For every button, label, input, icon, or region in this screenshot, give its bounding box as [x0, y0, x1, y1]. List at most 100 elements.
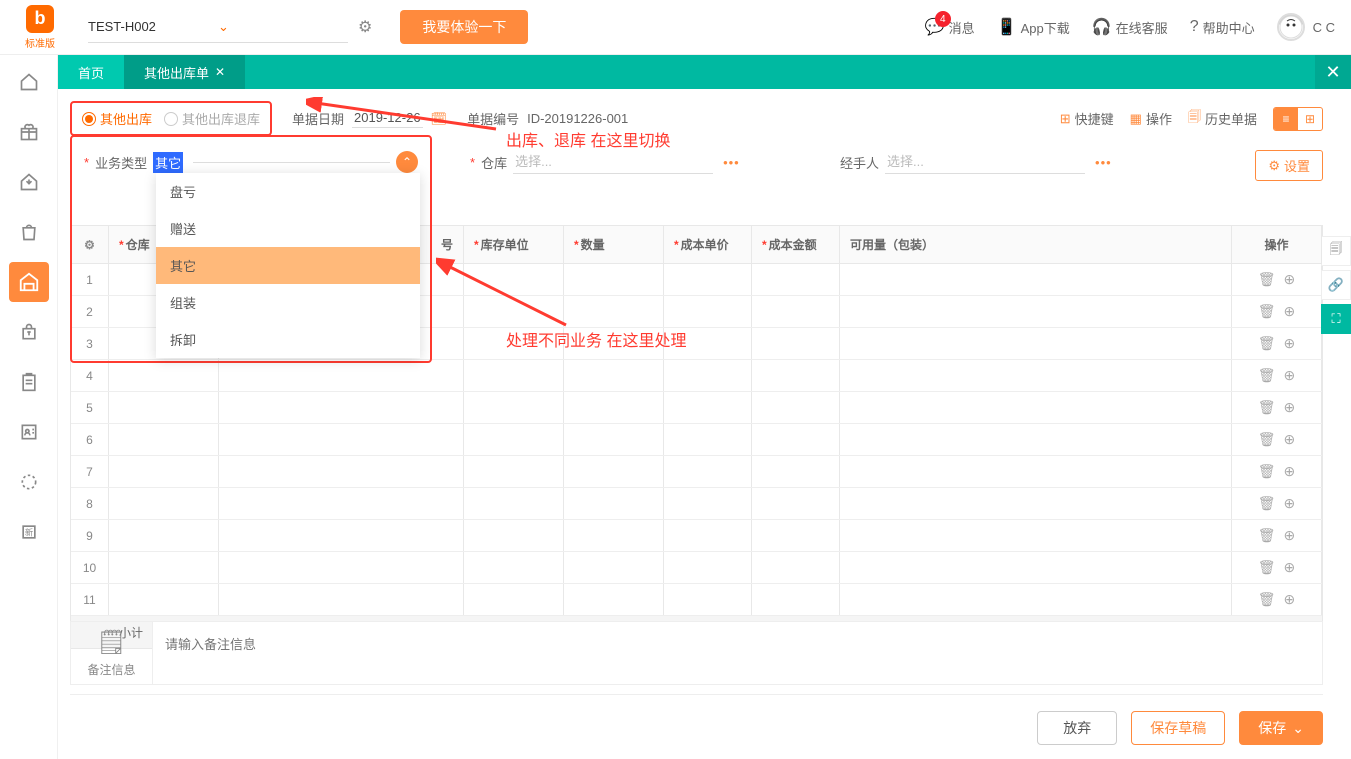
notes-input[interactable]	[153, 622, 1322, 684]
date-value[interactable]: 2019-12-26	[352, 110, 423, 128]
delete-icon[interactable]: 🗑	[1258, 431, 1276, 448]
dropdown-item[interactable]: 拆卸	[156, 321, 420, 358]
warehouse-input[interactable]	[513, 150, 713, 174]
username: C C	[1313, 20, 1335, 35]
settings-button[interactable]: ⚙ 设置	[1255, 150, 1323, 181]
add-icon[interactable]: ⊕	[1284, 303, 1296, 320]
calendar-icon[interactable]: 🗓	[431, 111, 448, 127]
delete-icon[interactable]: 🗑	[1258, 303, 1276, 320]
tab-other-out[interactable]: 其他出库单 ✕	[124, 55, 245, 89]
table-row[interactable]: 4 🗑 ⊕	[71, 360, 1322, 392]
more-icon[interactable]: •••	[1095, 155, 1112, 170]
docnum-label: 单据编号	[467, 109, 519, 128]
operate-link[interactable]: ▦操作	[1130, 109, 1172, 128]
rail-sync-icon[interactable]	[18, 471, 40, 493]
add-icon[interactable]: ⊕	[1284, 463, 1296, 480]
add-icon[interactable]: ⊕	[1284, 495, 1296, 512]
save-button[interactable]: 保存 ⌄	[1239, 711, 1323, 745]
delete-icon[interactable]: 🗑	[1258, 463, 1276, 480]
doc-icon[interactable]: 🗐	[1321, 236, 1351, 266]
save-draft-button[interactable]: 保存草稿	[1131, 711, 1225, 745]
add-icon[interactable]: ⊕	[1284, 399, 1296, 416]
view-grid-icon[interactable]: ⊞	[1298, 108, 1322, 130]
chevron-down-icon: ⌄	[1292, 720, 1304, 737]
user-menu[interactable]: C C	[1277, 13, 1335, 41]
app-download-button[interactable]: 📱 App下载	[997, 17, 1070, 37]
row-index: 4	[71, 360, 109, 391]
close-icon[interactable]: ✕	[215, 65, 225, 79]
delete-icon[interactable]: 🗑	[1258, 367, 1276, 384]
biztype-field-wrap: * 业务类型 其它 ⌃ 盘亏 赠送 其它 组装 拆卸	[70, 135, 432, 363]
biztype-value[interactable]: 其它	[153, 152, 183, 173]
rail-home-icon[interactable]	[18, 71, 40, 93]
expand-icon[interactable]: ⛶	[1321, 304, 1351, 334]
try-button[interactable]: 我要体验一下	[400, 10, 528, 44]
row-index: 5	[71, 392, 109, 423]
rail-gift-icon[interactable]	[18, 121, 40, 143]
add-icon[interactable]: ⊕	[1284, 527, 1296, 544]
delete-icon[interactable]: 🗑	[1258, 559, 1276, 576]
warehouse-label: 仓库	[481, 153, 507, 172]
radio-other-return[interactable]: 其他出库退库	[164, 109, 260, 128]
radio-icon	[82, 112, 96, 126]
help-center-button[interactable]: ? 帮助中心	[1190, 18, 1255, 37]
table-row[interactable]: 9🗑⊕	[71, 520, 1322, 552]
gear-icon[interactable]: ⚙	[358, 17, 372, 37]
dropdown-item[interactable]: 赠送	[156, 210, 420, 247]
chevron-down-icon: ⌄	[218, 19, 348, 35]
rail-warehouse-icon[interactable]	[9, 262, 49, 302]
history-link[interactable]: 🗐历史单据	[1188, 108, 1257, 130]
rail-new-icon[interactable]: 新	[18, 521, 40, 543]
rail-bag-icon[interactable]	[18, 221, 40, 243]
add-icon[interactable]: ⊕	[1284, 431, 1296, 448]
app-header: b 标准版 TEST-H002 ⌄ ⚙ 我要体验一下 💬 消息 4 📱 App下…	[0, 0, 1351, 55]
phone-icon: 📱	[997, 17, 1017, 37]
view-list-icon[interactable]: ≡	[1274, 108, 1298, 130]
delete-icon[interactable]: 🗑	[1258, 399, 1276, 416]
link-icon[interactable]: 🔗	[1321, 270, 1351, 300]
rail-clipboard-icon[interactable]	[18, 371, 40, 393]
radio-icon	[164, 112, 178, 126]
table-row[interactable]: 11🗑⊕	[71, 584, 1322, 616]
dropdown-item[interactable]: 其它	[156, 247, 420, 284]
grid-icon: ▦	[1130, 111, 1142, 127]
dropdown-item[interactable]: 组装	[156, 284, 420, 321]
table-row[interactable]: 6🗑⊕	[71, 424, 1322, 456]
rail-inbound-icon[interactable]	[18, 171, 40, 193]
help-center-label: 帮助中心	[1203, 18, 1255, 37]
tab-home[interactable]: 首页	[58, 55, 124, 89]
rail-contact-icon[interactable]	[18, 421, 40, 443]
delete-icon[interactable]: 🗑	[1258, 335, 1276, 352]
add-icon[interactable]: ⊕	[1284, 559, 1296, 576]
add-icon[interactable]: ⊕	[1284, 271, 1296, 288]
table-row[interactable]: 10 🗑 ⊕	[71, 552, 1322, 584]
messages-button[interactable]: 💬 消息 4	[925, 17, 975, 37]
shortcut-link[interactable]: ⊞快捷键	[1060, 109, 1114, 128]
discard-button[interactable]: 放弃	[1037, 711, 1117, 745]
table-row[interactable]: 5 🗑 ⊕	[71, 392, 1322, 424]
radio-other-out[interactable]: 其他出库	[82, 109, 152, 128]
table-row[interactable]: 7🗑⊕	[71, 456, 1322, 488]
delete-icon[interactable]: 🗑	[1258, 591, 1276, 608]
table-row[interactable]: 8🗑⊕	[71, 488, 1322, 520]
tab-home-label: 首页	[78, 63, 104, 82]
more-icon[interactable]: •••	[723, 155, 740, 170]
add-icon[interactable]: ⊕	[1284, 591, 1296, 608]
delete-icon[interactable]: 🗑	[1258, 271, 1276, 288]
add-icon[interactable]: ⊕	[1284, 335, 1296, 352]
biztype-label: 业务类型	[95, 153, 147, 172]
handler-input[interactable]	[885, 150, 1085, 174]
delete-icon[interactable]: 🗑	[1258, 495, 1276, 512]
delete-icon[interactable]: 🗑	[1258, 527, 1276, 544]
logo[interactable]: b 标准版	[16, 5, 64, 50]
store-selector[interactable]: TEST-H002 ⌄	[88, 11, 348, 43]
close-all-tabs[interactable]: ✕	[1315, 55, 1351, 89]
customer-service-button[interactable]: 🎧 在线客服	[1092, 17, 1168, 37]
logo-icon: b	[26, 5, 54, 33]
row-index: 10	[71, 552, 109, 583]
add-icon[interactable]: ⊕	[1284, 367, 1296, 384]
chevron-up-icon[interactable]: ⌃	[396, 151, 418, 173]
rail-money-icon[interactable]	[18, 321, 40, 343]
dropdown-item[interactable]: 盘亏	[156, 173, 420, 210]
docnum-field: 单据编号 ID-20191226-001	[467, 109, 628, 128]
